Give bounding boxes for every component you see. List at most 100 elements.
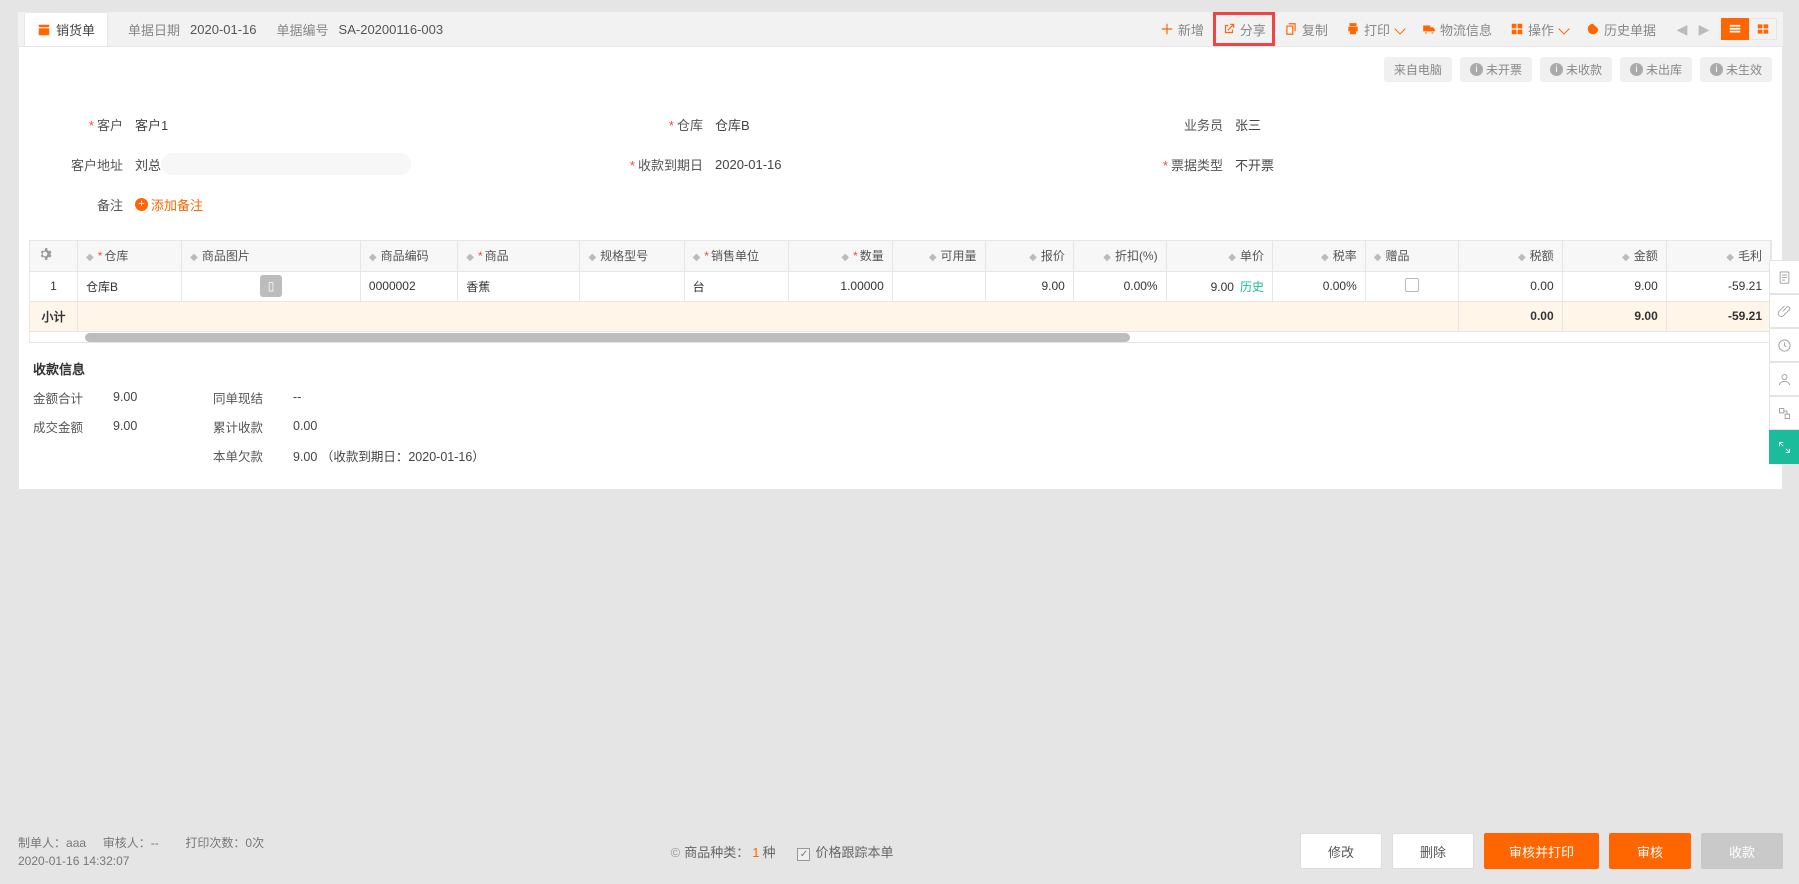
new-button[interactable]: 新增 <box>1151 12 1213 46</box>
cell-avail <box>892 271 985 301</box>
rail-note-icon[interactable] <box>1769 260 1799 294</box>
view-list-button[interactable] <box>1721 18 1749 40</box>
document-card: 来自电脑 i未开票 i未收款 i未出库 i未生效 *客户客户1 *仓库仓库B 业… <box>18 46 1783 490</box>
col-profit[interactable]: ◆毛利 <box>1666 241 1770 271</box>
cell-unit[interactable]: 台 <box>684 271 788 301</box>
col-avail[interactable]: ◆可用量 <box>892 241 985 271</box>
cell-qty[interactable]: 1.00000 <box>788 271 892 301</box>
col-price[interactable]: ◆单价 <box>1166 241 1272 271</box>
cell-amount: 9.00 <box>1562 271 1666 301</box>
col-taxrate[interactable]: ◆税率 <box>1272 241 1365 271</box>
warehouse-value[interactable]: 仓库B <box>715 115 750 134</box>
price-history-link[interactable]: 历史 <box>1240 280 1264 294</box>
audit-print-button[interactable]: 审核并打印 <box>1484 833 1599 869</box>
cell-discount[interactable]: 0.00% <box>1073 271 1166 301</box>
receive-button[interactable]: 收款 <box>1701 833 1783 869</box>
cell-spec[interactable] <box>580 271 684 301</box>
document-tab[interactable]: 销货单 <box>24 12 108 46</box>
copy-button[interactable]: 复制 <box>1275 12 1337 46</box>
payment-section: 收款信息 金额合计9.00 成交金额9.00 同单现结-- 累计收款0.00 本… <box>19 343 1782 475</box>
tab-title: 销货单 <box>56 20 95 39</box>
invoicetype-value[interactable]: 不开票 <box>1235 155 1274 174</box>
info-icon: i <box>1710 63 1723 76</box>
col-spec[interactable]: ◆规格型号 <box>580 241 684 271</box>
add-remark-link[interactable]: +添加备注 <box>135 195 203 214</box>
audit-button[interactable]: 审核 <box>1609 833 1691 869</box>
cell-image[interactable]: ▯ <box>182 271 361 301</box>
history-icon <box>1586 22 1600 36</box>
info-icon: i <box>1470 63 1483 76</box>
table-row[interactable]: 1 仓库B ▯ 0000002 香蕉 台 1.00000 9.00 0.00% … <box>30 271 1771 301</box>
right-rail <box>1769 260 1799 464</box>
col-quote[interactable]: ◆报价 <box>985 241 1073 271</box>
status-ineffective[interactable]: i未生效 <box>1700 57 1772 82</box>
cell-product[interactable]: 香蕉 <box>458 271 580 301</box>
status-tags: 来自电脑 i未开票 i未收款 i未出库 i未生效 <box>19 47 1782 82</box>
cell-tax: 0.00 <box>1458 271 1562 301</box>
scrollbar-thumb[interactable] <box>85 333 1130 342</box>
col-product[interactable]: ◆*商品 <box>458 241 580 271</box>
cell-warehouse[interactable]: 仓库B <box>78 271 182 301</box>
duedate-value[interactable]: 2020-01-16 <box>715 157 782 172</box>
col-qty[interactable]: ◆*数量 <box>788 241 892 271</box>
status-no-out[interactable]: i未出库 <box>1620 57 1692 82</box>
col-amount[interactable]: ◆金额 <box>1562 241 1666 271</box>
view-card-button[interactable] <box>1749 18 1777 40</box>
rail-attach-icon[interactable] <box>1769 294 1799 328</box>
operations-button[interactable]: 操作 <box>1501 12 1577 46</box>
address-value[interactable]: 刘总 <box>135 155 161 174</box>
horizontal-scrollbar[interactable] <box>30 332 1771 343</box>
status-no-receive[interactable]: i未收款 <box>1540 57 1612 82</box>
col-settings[interactable] <box>30 241 78 271</box>
cell-gift[interactable] <box>1365 271 1458 301</box>
subtotal-label: 小计 <box>30 301 78 331</box>
info-icon: i <box>1550 63 1563 76</box>
rail-user-icon[interactable] <box>1769 362 1799 396</box>
acc-label: 累计收款 <box>213 417 285 436</box>
next-doc-button[interactable]: ▶ <box>1693 18 1715 40</box>
sales-order-icon <box>37 23 51 37</box>
rail-related-icon[interactable] <box>1769 396 1799 430</box>
delete-button[interactable]: 删除 <box>1392 833 1474 869</box>
cell-code[interactable]: 0000002 <box>360 271 457 301</box>
col-tax[interactable]: ◆税额 <box>1458 241 1562 271</box>
logistics-button[interactable]: 物流信息 <box>1413 12 1501 46</box>
total-value: 9.00 <box>113 390 137 404</box>
debt-label: 本单欠款 <box>213 446 285 465</box>
print-button[interactable]: 打印 <box>1337 12 1413 46</box>
rail-expand-icon[interactable] <box>1769 430 1799 464</box>
total-label: 金额合计 <box>33 388 105 407</box>
info-icon: i <box>1630 63 1643 76</box>
cell-price[interactable]: 9.00历史 <box>1166 271 1272 301</box>
form-area: *客户客户1 *仓库仓库B 业务员张三 客户地址刘总 *收款到期日2020-01… <box>19 82 1782 232</box>
chevron-down-icon <box>1394 23 1405 34</box>
cell-taxrate[interactable]: 0.00% <box>1272 271 1365 301</box>
rail-time-icon[interactable] <box>1769 328 1799 362</box>
cell-quote[interactable]: 9.00 <box>985 271 1073 301</box>
col-discount[interactable]: ◆折扣(%) <box>1073 241 1166 271</box>
col-code[interactable]: ◆商品编码 <box>360 241 457 271</box>
col-gift[interactable]: ◆赠品 <box>1365 241 1458 271</box>
salesman-value[interactable]: 张三 <box>1235 115 1261 134</box>
share-button[interactable]: 分享 <box>1222 12 1266 46</box>
copy-icon <box>1284 22 1298 36</box>
footer-meta: 制单人：aaa 审核人：-- 打印次数：0次 2020-01-16 14:32:… <box>18 834 264 868</box>
subtotal-tax: 0.00 <box>1458 301 1562 331</box>
subtotal-row: 小计 0.00 9.00 -59.21 <box>30 301 1771 331</box>
gear-icon <box>38 247 52 261</box>
grid-icon <box>1510 22 1524 36</box>
price-follow-checkbox[interactable]: ✓价格跟踪本单 <box>797 842 893 861</box>
history-button[interactable]: 历史单据 <box>1577 12 1665 46</box>
col-unit[interactable]: ◆*销售单位 <box>684 241 788 271</box>
payment-title: 收款信息 <box>33 359 1768 378</box>
footer-time: 2020-01-16 14:32:07 <box>18 854 264 868</box>
status-no-invoice[interactable]: i未开票 <box>1460 57 1532 82</box>
edit-button[interactable]: 修改 <box>1300 833 1382 869</box>
col-warehouse[interactable]: ◆*仓库 <box>78 241 182 271</box>
doc-no-value: SA-20200116-003 <box>339 22 444 37</box>
checkbox-icon[interactable] <box>1405 278 1419 292</box>
prev-doc-button[interactable]: ◀ <box>1671 18 1693 40</box>
subtotal-profit: -59.21 <box>1666 301 1770 331</box>
customer-value[interactable]: 客户1 <box>135 115 168 134</box>
col-img[interactable]: ◆商品图片 <box>182 241 361 271</box>
